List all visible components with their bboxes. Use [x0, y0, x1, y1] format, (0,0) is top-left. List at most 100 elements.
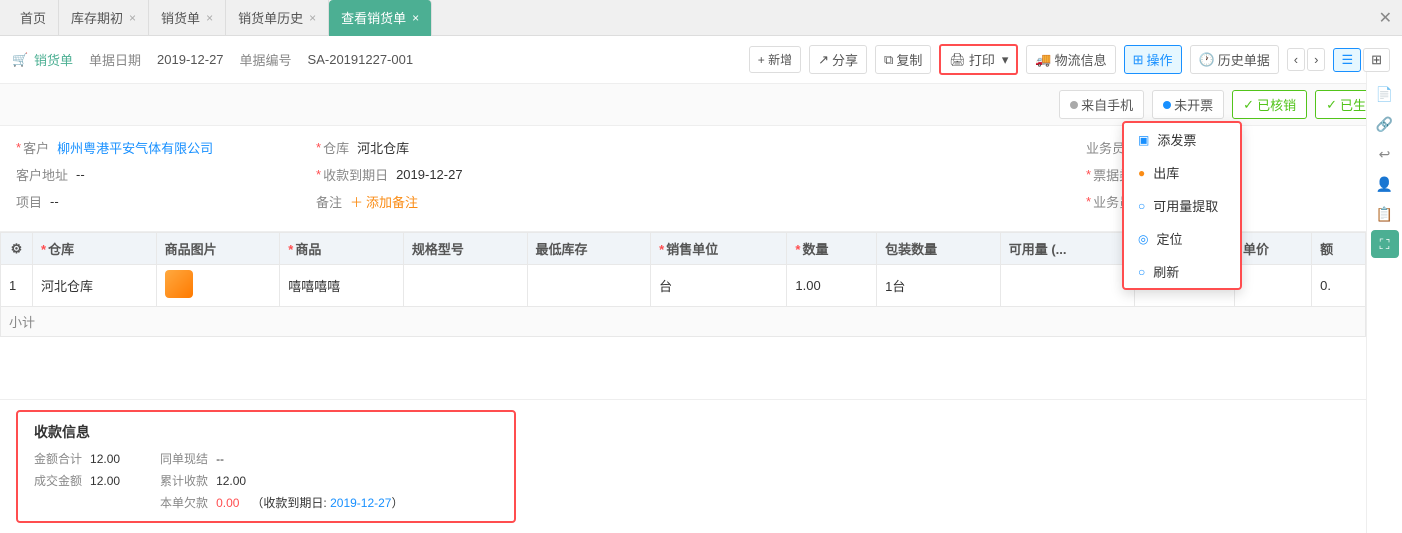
payment-info-box: 收款信息 金额合计 12.00 成交金额 12.00 同单现结 --: [16, 410, 516, 523]
date-value: 2019-12-27: [157, 52, 224, 67]
row-available: [1000, 265, 1134, 307]
debt-value: 0.00: [216, 496, 239, 510]
sidebar-link-icon[interactable]: 🔗: [1371, 110, 1399, 138]
locate-label: 定位: [1156, 229, 1182, 248]
tab-history-close[interactable]: ×: [309, 11, 316, 25]
main-content: 🛒 销货单 单据日期 2019-12-27 单据编号 SA-20191227-0…: [0, 36, 1402, 533]
from-phone-button[interactable]: 来自手机: [1059, 90, 1144, 119]
print-dropdown-icon: ▾: [1002, 52, 1009, 68]
deal-amount-row: 成交金额 12.00: [34, 472, 120, 489]
total-amount-label: 金额合计: [34, 450, 82, 467]
info-rows: 金额合计 12.00 成交金额 12.00 同单现结 -- 累计收款: [34, 450, 498, 511]
list-view-btn[interactable]: ☰: [1333, 48, 1361, 72]
tab-sales-close[interactable]: ×: [206, 11, 213, 25]
project-field: 项目 --: [16, 192, 296, 211]
view-toggle: ☰ ⊞: [1333, 48, 1390, 72]
sidebar-expand-icon[interactable]: ⛶: [1371, 230, 1399, 258]
tab-sales-order[interactable]: 销货单 ×: [149, 0, 226, 36]
row-warehouse: 河北仓库: [33, 265, 157, 307]
phone-dot: [1070, 101, 1078, 109]
history-icon: 🕐: [1199, 52, 1215, 68]
th-product-img: 商品图片: [156, 233, 280, 265]
same-order-value: --: [216, 452, 224, 466]
refresh-item[interactable]: ○ 刷新: [1124, 255, 1240, 288]
print-label: 打印: [969, 50, 995, 69]
th-pack-qty: 包装数量: [877, 233, 1001, 265]
out-stock-item[interactable]: ● 出库: [1124, 156, 1240, 189]
doc-type-label: 销货单: [34, 50, 73, 69]
history-button[interactable]: 🕐 历史单据: [1190, 45, 1279, 74]
due-date-link[interactable]: 2019-12-27: [330, 496, 391, 510]
note-field: 备注 ＋ 添加备注: [316, 192, 596, 211]
debt-suffix: （收款到期日: 2019-12-27）: [251, 494, 403, 511]
add-note-button[interactable]: ＋ 添加备注: [350, 192, 418, 211]
locate-item[interactable]: ◎ 定位: [1124, 222, 1240, 255]
th-warehouse: *仓库: [33, 233, 157, 265]
th-qty: *数量: [787, 233, 877, 265]
th-available: 可用量 (...: [1000, 233, 1134, 265]
check-icon: ✓: [1243, 97, 1254, 113]
order-debt-row: 本单欠款 0.00 （收款到期日: 2019-12-27）: [160, 494, 403, 511]
share-icon: ↗: [818, 52, 829, 68]
window-close-icon[interactable]: ✕: [1379, 8, 1392, 28]
sold-out-badge[interactable]: ✓ 已核销: [1232, 90, 1307, 119]
copy-button[interactable]: ⧉ 复制: [875, 45, 931, 74]
prev-arrow[interactable]: ‹: [1287, 48, 1305, 71]
customer-value[interactable]: 柳州粤港平安气体有限公司: [57, 138, 213, 157]
row-unit: 台: [651, 265, 787, 307]
tab-inventory-init[interactable]: 库存期初 ×: [59, 0, 149, 36]
print-icon: 🖨: [949, 52, 966, 68]
share-button[interactable]: ↗ 分享: [809, 45, 867, 74]
th-gear[interactable]: ⚙: [1, 233, 33, 265]
tab-inventory-label: 库存期初: [71, 8, 123, 27]
due-date-value: 2019-12-27: [396, 167, 463, 182]
sidebar-clipboard-icon[interactable]: 📋: [1371, 200, 1399, 228]
doc-actions: + 新增 ↗ 分享 ⧉ 复制 🖨 打印 ▾ 🚚 物流信息: [749, 44, 1390, 75]
same-order-row: 同单现结 --: [160, 450, 403, 467]
row-spec: [403, 265, 527, 307]
row-product-img: [156, 265, 280, 307]
operation-label: 操作: [1147, 50, 1173, 69]
cumulative-value: 12.00: [216, 474, 246, 488]
staff2-required: *: [1086, 194, 1091, 209]
tab-inventory-close[interactable]: ×: [129, 11, 136, 25]
sidebar-doc-icon[interactable]: 📄: [1371, 80, 1399, 108]
tab-sales-history[interactable]: 销货单历史 ×: [226, 0, 329, 36]
row-no: 1: [1, 265, 33, 307]
operation-button[interactable]: ⊞ 操作: [1124, 45, 1182, 74]
note-label: 备注: [316, 192, 342, 211]
not-open-button[interactable]: 未开票: [1152, 90, 1224, 119]
doc-type: 🛒 销货单: [12, 50, 73, 69]
doc-header: 🛒 销货单 单据日期 2019-12-27 单据编号 SA-20191227-0…: [0, 36, 1402, 84]
next-arrow[interactable]: ›: [1307, 48, 1325, 71]
due-date-field: * 收款到期日 2019-12-27: [316, 165, 596, 184]
warehouse-label: 仓库: [323, 138, 349, 157]
th-amount: 额: [1312, 233, 1366, 265]
logistics-label: 物流信息: [1055, 50, 1107, 69]
info-col-left: 金额合计 12.00 成交金额 12.00: [34, 450, 120, 511]
ticket-dot: [1163, 101, 1171, 109]
deal-amount-label: 成交金额: [34, 472, 82, 489]
add-invoice-item[interactable]: ▣ 添发票: [1124, 123, 1240, 156]
doc-meta: 单据日期 2019-12-27 单据编号 SA-20191227-001: [89, 50, 749, 69]
tab-view-sales[interactable]: 查看销货单 ×: [329, 0, 432, 36]
tab-view-label: 查看销货单: [341, 8, 406, 27]
new-button[interactable]: + 新增: [749, 46, 801, 73]
sidebar-user-icon[interactable]: 👤: [1371, 170, 1399, 198]
payment-info-title: 收款信息: [34, 422, 498, 442]
subtotal-row: 小计: [1, 307, 1366, 337]
sold-out-label: 已核销: [1257, 95, 1296, 114]
top-buttons-row: 来自手机 未开票 ✓ 已核销 ✓ 已生效: [0, 84, 1402, 126]
available-icon: ○: [1138, 199, 1145, 213]
tab-home[interactable]: 首页: [8, 0, 59, 36]
logistics-button[interactable]: 🚚 物流信息: [1026, 45, 1115, 74]
warehouse-value: 河北仓库: [357, 138, 409, 157]
sidebar-return-icon[interactable]: ↩: [1371, 140, 1399, 168]
available-qty-item[interactable]: ○ 可用量提取: [1124, 189, 1240, 222]
print-button[interactable]: 🖨 打印 ▾: [939, 44, 1018, 75]
grid-view-btn[interactable]: ⊞: [1363, 48, 1390, 72]
date-label: 单据日期: [89, 50, 141, 69]
tab-view-close[interactable]: ×: [412, 11, 419, 25]
debt-label: 本单欠款: [160, 494, 208, 511]
available-qty-label: 可用量提取: [1153, 196, 1218, 215]
